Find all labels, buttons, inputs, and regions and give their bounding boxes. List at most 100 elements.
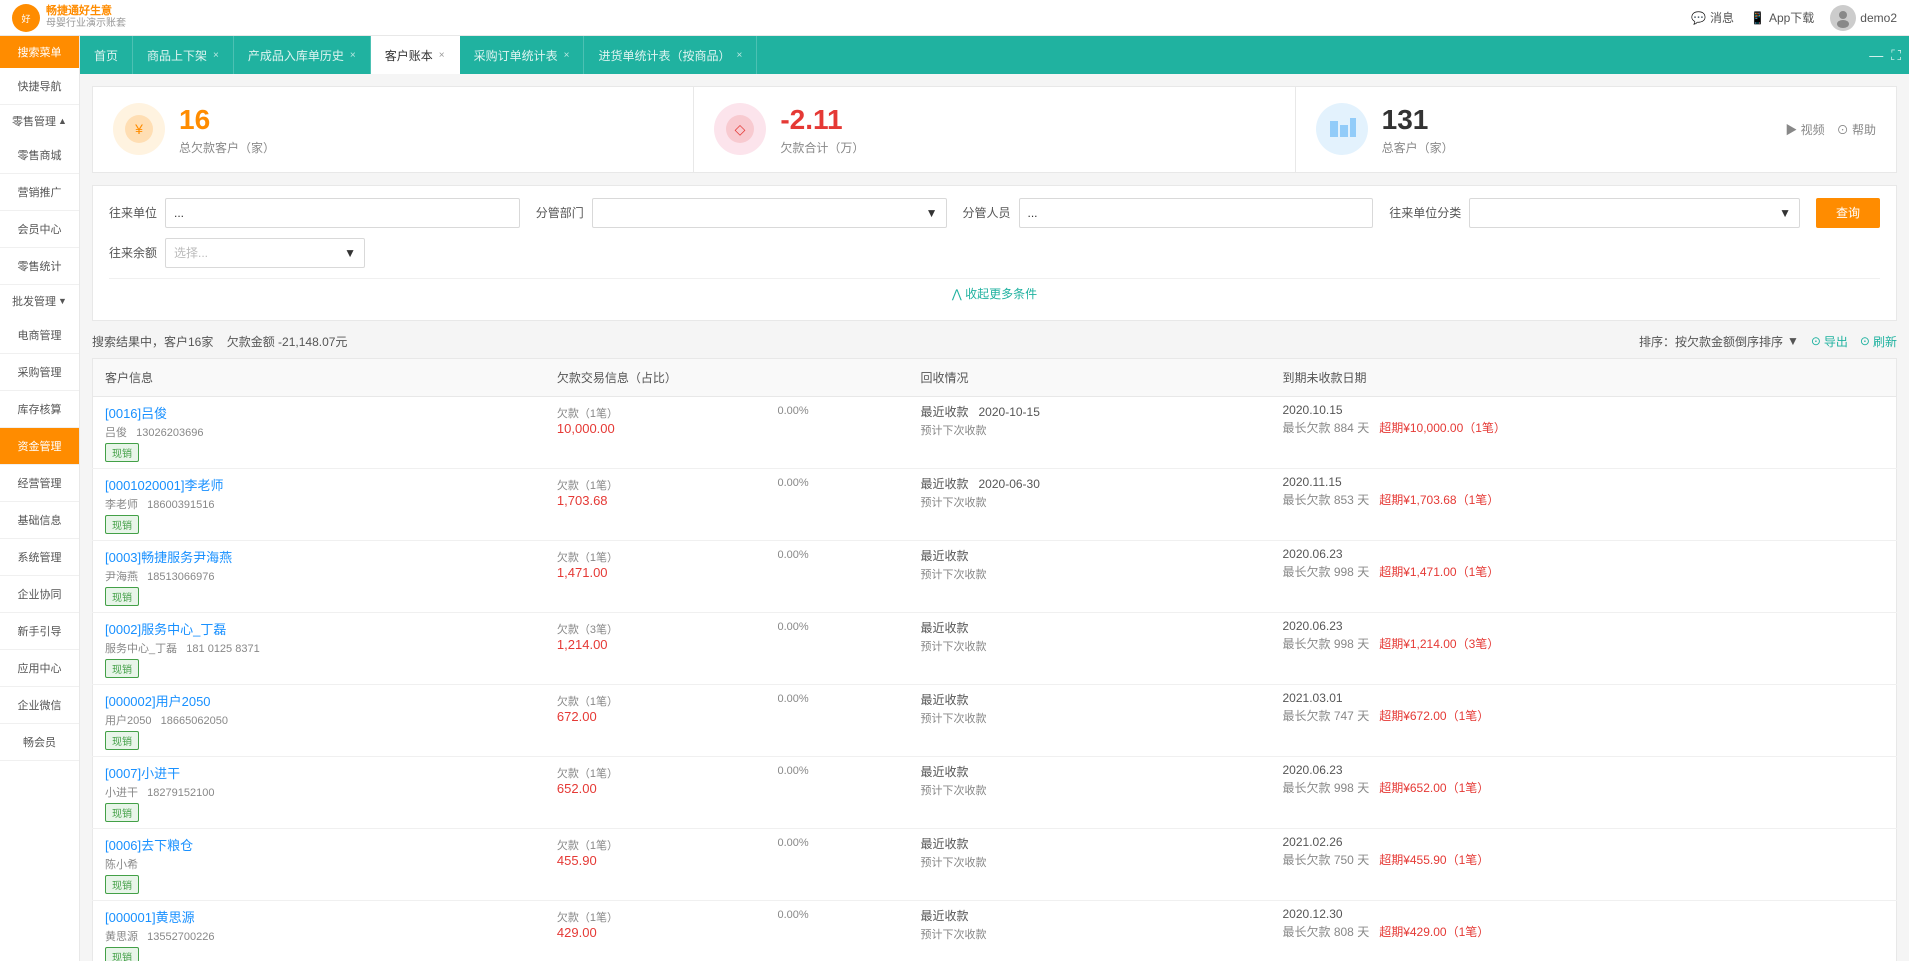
debt-amount-5[interactable]: 652.00	[557, 781, 754, 796]
category-select[interactable]: ▼	[1469, 198, 1800, 228]
close-icon[interactable]: ×	[439, 50, 445, 61]
sidebar-item-purchase[interactable]: 采购管理	[0, 354, 79, 391]
close-icon[interactable]: ×	[213, 50, 219, 61]
balance-select[interactable]: 选择... ▼	[165, 238, 365, 268]
sidebar-item-wholesale-mgmt[interactable]: 批发管理 ▼	[0, 285, 79, 317]
debt-ratio-4: 0.00%	[777, 693, 896, 705]
next-collection-2: 预计下次收款	[921, 566, 1259, 582]
sidebar-item-system[interactable]: 系统管理	[0, 539, 79, 576]
help-btn[interactable]: ⊙ 帮助	[1837, 121, 1876, 138]
overdue-info-1: 最长欠款 853 天 超期¥1,703.68（1笔）	[1283, 491, 1885, 508]
sidebar-item-operation[interactable]: 经营管理	[0, 465, 79, 502]
tab-home[interactable]: 首页	[80, 36, 133, 74]
overdue-link-1[interactable]: 超期¥1,703.68（1笔）	[1379, 493, 1499, 507]
customer-name-5[interactable]: [0007]小进干	[105, 763, 533, 782]
overdue-link-4[interactable]: 超期¥672.00（1笔）	[1379, 709, 1489, 723]
customer-name-3[interactable]: [0002]服务中心_丁磊	[105, 619, 533, 638]
customer-name-7[interactable]: [000001]黄思源	[105, 907, 533, 926]
close-icon[interactable]: ×	[564, 50, 570, 61]
tab-inbound-stats[interactable]: 进货单统计表（按商品） ×	[584, 36, 757, 74]
cell-debt-ratio-7: 0.00%	[765, 900, 908, 961]
debt-amount-4[interactable]: 672.00	[557, 709, 754, 724]
overdue-link-7[interactable]: 超期¥429.00（1笔）	[1379, 925, 1489, 939]
sidebar-item-finance[interactable]: 资金管理	[0, 428, 79, 465]
collapse-bar[interactable]: ⋀ 收起更多条件	[109, 278, 1880, 308]
overdue-link-2[interactable]: 超期¥1,471.00（1笔）	[1379, 565, 1499, 579]
customer-name-6[interactable]: [0006]去下粮仓	[105, 835, 533, 854]
sidebar-item-basic-info[interactable]: 基础信息	[0, 502, 79, 539]
stat-card-actions: ▶ 视频 ⊙ 帮助	[1785, 121, 1876, 138]
debt-amount-6[interactable]: 455.90	[557, 853, 754, 868]
sidebar-item-member[interactable]: 会员中心	[0, 211, 79, 248]
overdue-link-5[interactable]: 超期¥652.00（1笔）	[1379, 781, 1489, 795]
filter-row-1: 往来单位 ... 分管部门 ▼	[109, 198, 1880, 228]
sidebar-item-quick-nav[interactable]: 快捷导航	[0, 68, 79, 105]
user-menu[interactable]: demo2	[1830, 5, 1897, 31]
debt-amount-0[interactable]: 10,000.00	[557, 421, 754, 436]
overdue-info-7: 最长欠款 808 天 超期¥429.00（1笔）	[1283, 923, 1885, 940]
overdue-link-0[interactable]: 超期¥10,000.00（1笔）	[1379, 421, 1506, 435]
source-unit-input[interactable]: ...	[165, 198, 520, 228]
manager-input[interactable]: ...	[1019, 198, 1374, 228]
search-menu-btn[interactable]: 搜索菜单	[0, 36, 79, 68]
overdue-link-3[interactable]: 超期¥1,214.00（3笔）	[1379, 637, 1499, 651]
tab-customer-account[interactable]: 客户账本 ×	[371, 36, 460, 74]
due-date-5: 2020.06.23	[1283, 763, 1885, 777]
cell-customer-2: [0003]畅捷服务尹海燕 尹海燕 18513066976 现销	[93, 540, 545, 612]
refresh-btn[interactable]: ⊙ 刷新	[1860, 333, 1897, 350]
debt-count-4: 欠款（1笔）	[557, 693, 754, 709]
sidebar-item-app-center[interactable]: 应用中心	[0, 650, 79, 687]
debt-amount-1[interactable]: 1,703.68	[557, 493, 754, 508]
sidebar-item-enterprise[interactable]: 企业协同	[0, 576, 79, 613]
cell-collection-3: 最近收款 预计下次收款	[909, 612, 1271, 684]
stats-row: ¥ 16 总欠款客户（家） ◇ -2.11 欠款合计（万）	[92, 86, 1897, 173]
logo-area: 好 畅捷通好生意 母婴行业演示账套	[12, 4, 126, 32]
sidebar-item-retail-mgmt[interactable]: 零售管理 ▲	[0, 105, 79, 137]
col-header-collection: 回收情况	[909, 358, 1271, 396]
customer-name-4[interactable]: [000002]用户2050	[105, 691, 533, 710]
minimize-icon[interactable]: —	[1869, 47, 1883, 63]
tab-products[interactable]: 商品上下架 ×	[133, 36, 234, 74]
message-btn[interactable]: 💬 消息	[1691, 9, 1734, 26]
close-icon[interactable]: ×	[350, 50, 356, 61]
sidebar-item-retail-store[interactable]: 零售商城	[0, 137, 79, 174]
sidebar-item-guide[interactable]: 新手引导	[0, 613, 79, 650]
top-bar: 好 畅捷通好生意 母婴行业演示账套 💬 消息 📱 App下载 demo2	[0, 0, 1909, 36]
debt-count-6: 欠款（1笔）	[557, 837, 754, 853]
maximize-icon[interactable]: ⛶	[1891, 47, 1901, 64]
sidebar-item-marketing[interactable]: 营销推广	[0, 174, 79, 211]
tab-finished-goods[interactable]: 产成品入库单历史 ×	[234, 36, 371, 74]
filter-area: 往来单位 ... 分管部门 ▼	[92, 185, 1897, 321]
tab-purchase-stats[interactable]: 采购订单统计表 ×	[460, 36, 585, 74]
overdue-link-6[interactable]: 超期¥455.90（1笔）	[1379, 853, 1489, 867]
debt-amount-3[interactable]: 1,214.00	[557, 637, 754, 652]
view-btn[interactable]: ▶ 视频	[1785, 121, 1824, 138]
latest-info-1: 最近收款 2020-06-30	[921, 475, 1259, 492]
search-button[interactable]: 查询	[1816, 198, 1880, 228]
debt-amount-7[interactable]: 429.00	[557, 925, 754, 940]
sidebar-item-retail-stats[interactable]: 零售统计	[0, 248, 79, 285]
customer-tag-6: 现销	[105, 875, 139, 894]
customer-name-2[interactable]: [0003]畅捷服务尹海燕	[105, 547, 533, 566]
cell-collection-7: 最近收款 预计下次收款	[909, 900, 1271, 961]
sidebar-item-wechat[interactable]: 企业微信	[0, 687, 79, 724]
chevron-down-icon: ▼	[1779, 206, 1791, 220]
customer-tag-0: 现销	[105, 443, 139, 462]
sidebar-item-ecommerce[interactable]: 电商管理	[0, 317, 79, 354]
table-row: [0002]服务中心_丁磊 服务中心_丁磊 181 0125 8371 现销 欠…	[93, 612, 1897, 684]
sort-select[interactable]: 排序：按欠款金额倒序排序 ▼	[1639, 333, 1799, 350]
customer-name-1[interactable]: [0001020001]李老师	[105, 475, 533, 494]
app-download-btn[interactable]: 📱 App下载	[1750, 9, 1814, 26]
balance-placeholder: 选择...	[174, 244, 208, 261]
debt-amount-2[interactable]: 1,471.00	[557, 565, 754, 580]
export-btn[interactable]: ⊙ 导出	[1811, 333, 1848, 350]
sidebar-item-inventory[interactable]: 库存核算	[0, 391, 79, 428]
customer-name-0[interactable]: [0016]吕俊	[105, 403, 533, 422]
customer-tag-3: 现销	[105, 659, 139, 678]
sidebar-item-membership[interactable]: 畅会员	[0, 724, 79, 761]
chevron-down-icon: ▼	[926, 206, 938, 220]
logo-icon: 好	[12, 4, 40, 32]
debt-count-0: 欠款（1笔）	[557, 405, 754, 421]
dept-select[interactable]: ▼	[592, 198, 947, 228]
close-icon[interactable]: ×	[736, 50, 742, 61]
